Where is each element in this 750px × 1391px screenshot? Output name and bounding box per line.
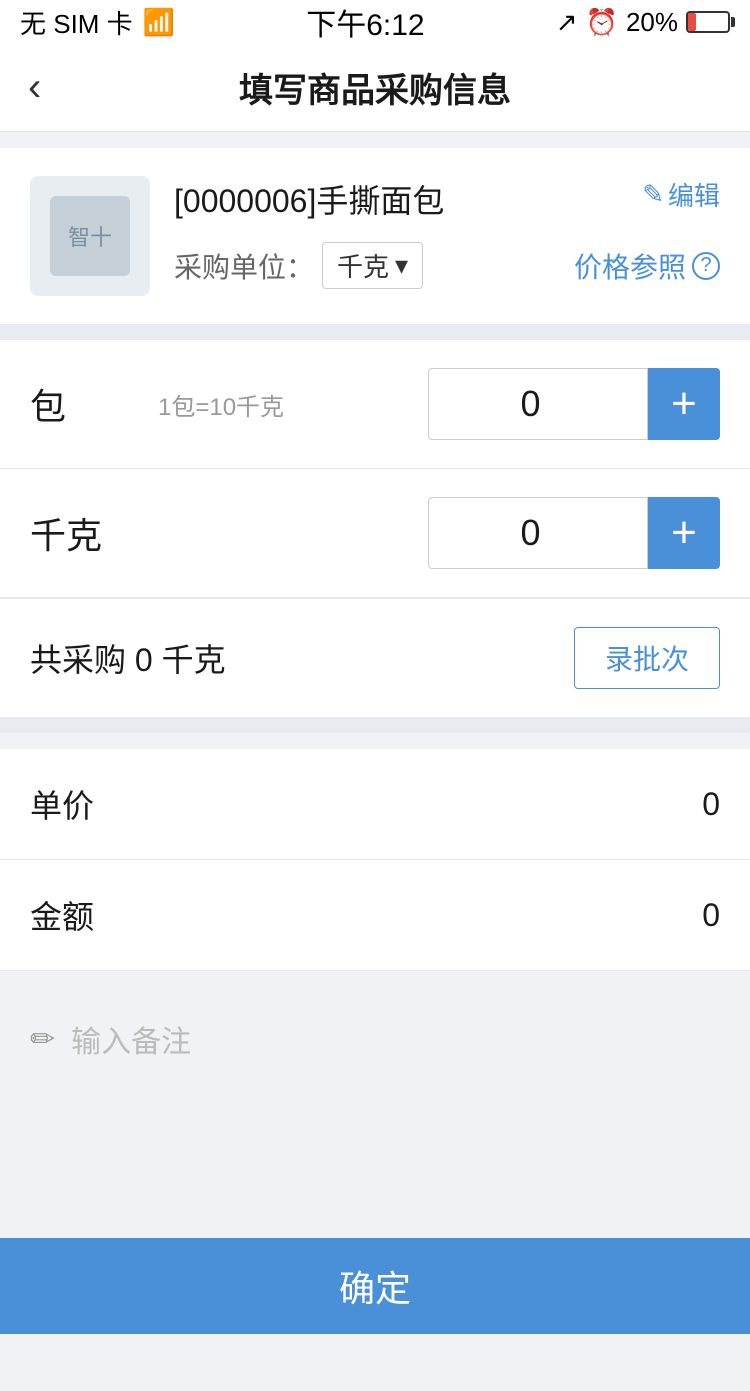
price-section: 单价 0 金额 0 bbox=[0, 749, 750, 971]
summary-text: 共采购 0 千克 bbox=[30, 635, 226, 681]
product-name-row: [0000006]手撕面包 ✎ 编辑 bbox=[174, 176, 720, 222]
qty-input-wrap-kg: + bbox=[428, 497, 720, 569]
price-ref-label: 价格参照 bbox=[574, 246, 686, 286]
product-image-text: 智十 bbox=[68, 220, 112, 252]
wifi-icon: 📶 bbox=[143, 7, 175, 38]
quantity-section: 包 1包=10千克 + 千克 + 共采购 0 千克 录批次 bbox=[0, 340, 750, 717]
qty-plus-btn-bag[interactable]: + bbox=[648, 368, 720, 440]
qty-row-kg: 千克 + bbox=[0, 469, 750, 598]
summary-row: 共采购 0 千克 录批次 bbox=[0, 598, 750, 717]
qty-sublabel-bag: 1包=10千克 bbox=[158, 387, 284, 422]
status-right: ↗ ⏰ 20% bbox=[556, 7, 730, 38]
sim-text: 无 SIM 卡 bbox=[20, 4, 133, 41]
qty-input-wrap-bag: + bbox=[428, 368, 720, 440]
product-info: [0000006]手撕面包 ✎ 编辑 采购单位： 千克 ▾ 价格参照 ? bbox=[174, 176, 720, 289]
confirm-button[interactable]: 确定 bbox=[0, 1238, 750, 1334]
amount-value: 0 bbox=[702, 897, 720, 934]
alarm-icon: ⏰ bbox=[586, 7, 618, 38]
notes-section[interactable]: ✏ 输入备注 bbox=[0, 987, 750, 1091]
amount-row: 金额 0 bbox=[0, 860, 750, 971]
product-image: 智十 bbox=[30, 176, 150, 296]
status-left: 无 SIM 卡 📶 bbox=[20, 4, 175, 41]
amount-label: 金额 bbox=[30, 892, 94, 938]
unit-label: 采购单位： bbox=[174, 246, 314, 286]
back-button[interactable]: ‹ bbox=[28, 65, 41, 110]
unit-select[interactable]: 千克 ▾ bbox=[322, 242, 423, 289]
unit-price-label: 单价 bbox=[30, 781, 94, 827]
product-unit-row: 采购单位： 千克 ▾ 价格参照 ? bbox=[174, 242, 720, 289]
notes-placeholder: 输入备注 bbox=[71, 1017, 191, 1061]
status-time: 下午6:12 bbox=[306, 0, 424, 44]
product-thumbnail: 智十 bbox=[50, 196, 130, 276]
page-title: 填写商品采购信息 bbox=[239, 63, 511, 112]
divider-2 bbox=[0, 717, 750, 733]
qty-input-bag[interactable] bbox=[428, 368, 648, 440]
qty-label-bag: 包 bbox=[30, 378, 150, 430]
battery-icon bbox=[686, 11, 730, 33]
qty-label-kg: 千克 bbox=[30, 507, 150, 559]
price-ref-link[interactable]: 价格参照 ? bbox=[574, 246, 720, 286]
product-name: [0000006]手撕面包 bbox=[174, 176, 444, 222]
status-bar: 无 SIM 卡 📶 下午6:12 ↗ ⏰ 20% bbox=[0, 0, 750, 44]
unit-price-row: 单价 0 bbox=[0, 749, 750, 860]
edit-link[interactable]: ✎ 编辑 bbox=[642, 176, 720, 213]
unit-value: 千克 bbox=[337, 247, 389, 284]
location-icon: ↗ bbox=[556, 7, 578, 38]
battery-percent: 20% bbox=[626, 7, 678, 38]
pencil-icon: ✏ bbox=[30, 1022, 55, 1057]
qty-input-kg[interactable] bbox=[428, 497, 648, 569]
edit-label: 编辑 bbox=[668, 176, 720, 213]
qty-row-bag: 包 1包=10千克 + bbox=[0, 340, 750, 469]
qty-plus-btn-kg[interactable]: + bbox=[648, 497, 720, 569]
divider-1 bbox=[0, 324, 750, 340]
chevron-down-icon: ▾ bbox=[395, 250, 408, 281]
page-header: ‹ 填写商品采购信息 bbox=[0, 44, 750, 132]
help-icon: ? bbox=[692, 252, 720, 280]
edit-icon: ✎ bbox=[642, 179, 664, 210]
product-card: 智十 [0000006]手撕面包 ✎ 编辑 采购单位： 千克 ▾ 价格参照 ? bbox=[0, 148, 750, 324]
unit-price-value: 0 bbox=[702, 786, 720, 823]
batch-button[interactable]: 录批次 bbox=[574, 627, 720, 689]
